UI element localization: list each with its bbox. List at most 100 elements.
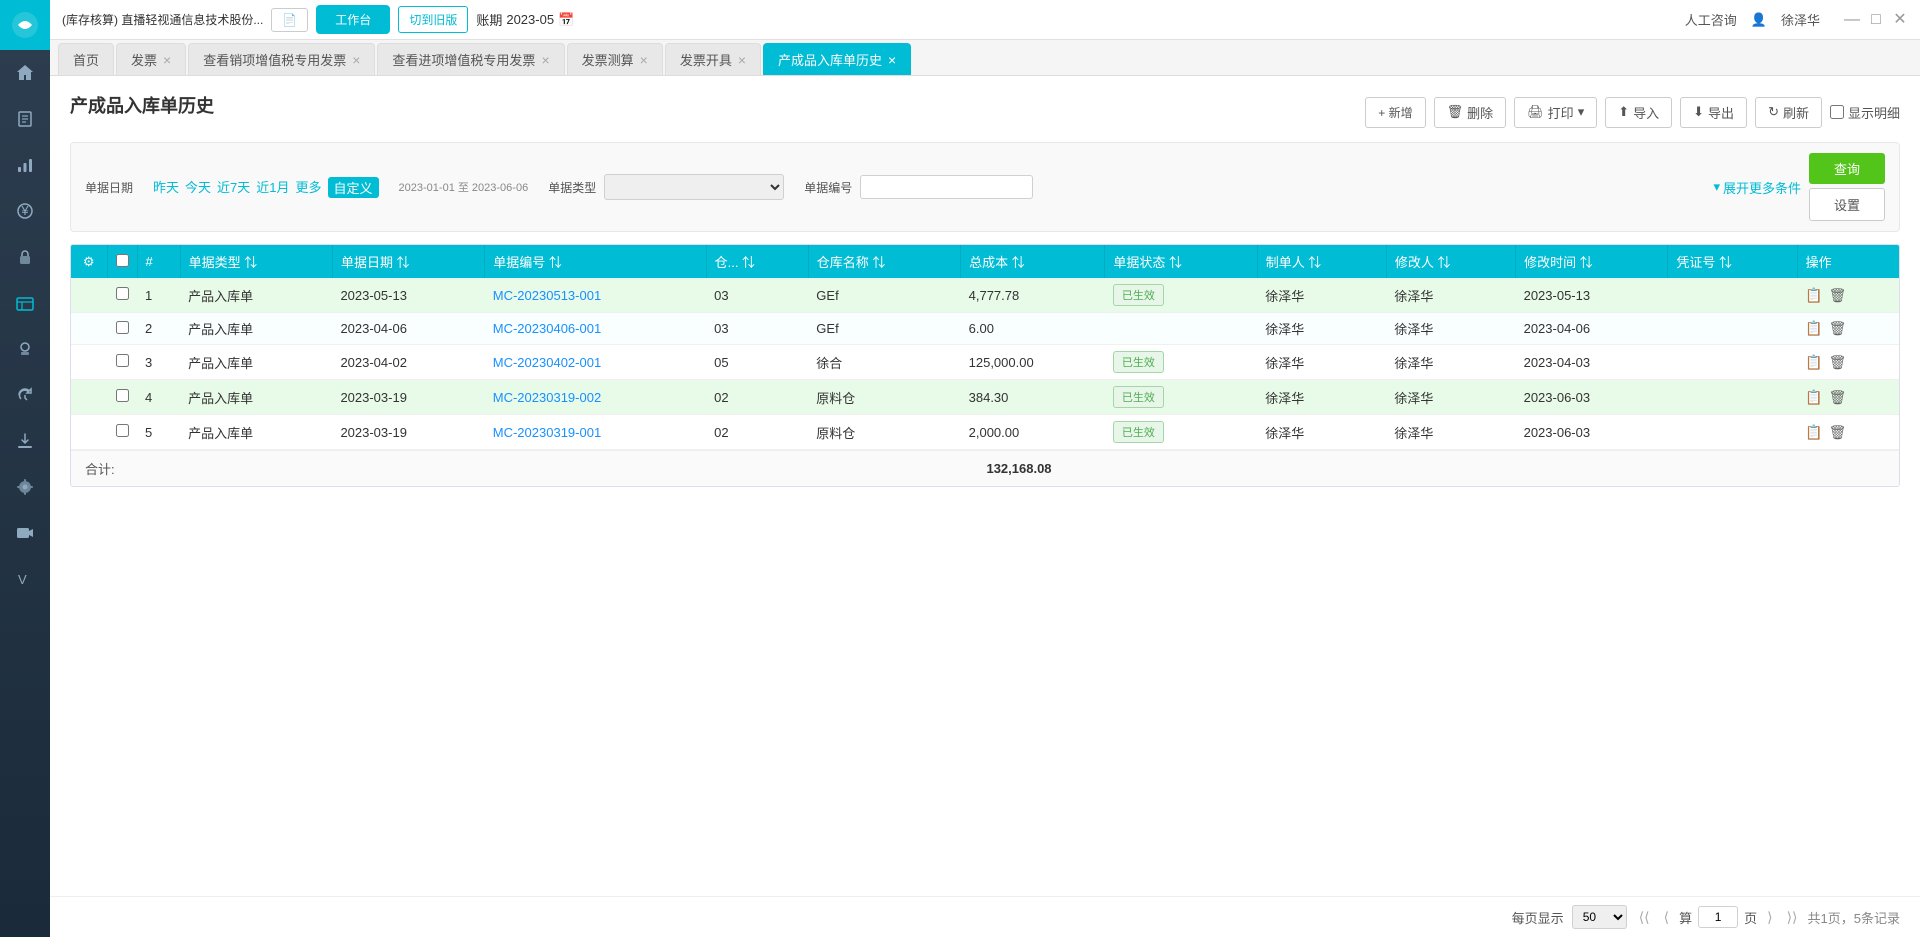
doc-no-link[interactable]: MC-20230513-001: [493, 288, 601, 303]
sidebar-item-video[interactable]: [0, 510, 50, 556]
row-settings[interactable]: [71, 345, 107, 380]
row-checkbox[interactable]: [107, 345, 137, 380]
doc-no-link[interactable]: MC-20230406-001: [493, 321, 601, 336]
tab-invoice-calc-close[interactable]: ×: [640, 53, 648, 67]
delete-btn[interactable]: 🗑 删除: [1434, 97, 1507, 128]
doc-no-link[interactable]: MC-20230319-002: [493, 390, 601, 405]
sidebar-item-settings[interactable]: [0, 464, 50, 510]
prev-period-btn[interactable]: 切到旧版: [398, 6, 468, 33]
th-modify-time[interactable]: 修改时间 ⇅: [1516, 245, 1668, 278]
prev-page-btn[interactable]: ⟨: [1660, 907, 1673, 928]
tab-product-history[interactable]: 产成品入库单历史 ×: [763, 43, 911, 75]
row-doc-no[interactable]: MC-20230319-001: [485, 415, 706, 450]
user-name[interactable]: 徐泽华: [1781, 10, 1820, 29]
th-checkbox[interactable]: [107, 245, 137, 278]
doc-no-input[interactable]: [860, 175, 1033, 199]
row-delete-icon[interactable]: 🗑: [1829, 287, 1847, 304]
th-warehouse-name[interactable]: 仓库名称 ⇅: [808, 245, 960, 278]
tab-purchase-vat-close[interactable]: ×: [541, 53, 549, 67]
tab-invoice[interactable]: 发票 ×: [116, 43, 186, 75]
row-settings[interactable]: [71, 278, 107, 313]
th-modifier[interactable]: 修改人 ⇅: [1386, 245, 1515, 278]
doc-type-select[interactable]: [604, 174, 784, 200]
row-checkbox[interactable]: [107, 313, 137, 345]
sidebar-item-lock[interactable]: [0, 234, 50, 280]
row-edit-icon[interactable]: 📋: [1805, 354, 1822, 371]
sidebar-item-document[interactable]: [0, 96, 50, 142]
sidebar-item-chart[interactable]: [0, 142, 50, 188]
row-settings[interactable]: [71, 313, 107, 345]
th-doc-date[interactable]: 单据日期 ⇅: [332, 245, 484, 278]
row-delete-icon[interactable]: 🗑: [1829, 424, 1847, 441]
date-7days[interactable]: 近7天: [217, 177, 250, 198]
th-total-cost[interactable]: 总成本 ⇅: [961, 245, 1105, 278]
print-chevron[interactable]: ▾: [1578, 104, 1585, 120]
sidebar-item-inventory[interactable]: [0, 280, 50, 326]
close-btn[interactable]: ✕: [1892, 12, 1908, 28]
tab-purchase-vat[interactable]: 查看进项增值税专用发票 ×: [377, 43, 564, 75]
doc-no-link[interactable]: MC-20230402-001: [493, 355, 601, 370]
row-doc-no[interactable]: MC-20230513-001: [485, 278, 706, 313]
maximize-btn[interactable]: □: [1868, 12, 1884, 28]
print-btn[interactable]: 🖨 打印 ▾: [1514, 97, 1597, 128]
next-page-btn[interactable]: ⟩: [1763, 907, 1776, 928]
tab-invoice-issue-close[interactable]: ×: [738, 53, 746, 67]
row-edit-icon[interactable]: 📋: [1805, 320, 1822, 337]
refresh-btn[interactable]: ↻ 刷新: [1755, 97, 1822, 128]
tab-invoice-issue[interactable]: 发票开具 ×: [665, 43, 761, 75]
new-btn[interactable]: + 新增: [1365, 97, 1425, 128]
sidebar-item-download[interactable]: [0, 418, 50, 464]
th-warehouse-code[interactable]: 仓... ⇅: [706, 245, 808, 278]
date-yesterday[interactable]: 昨天: [153, 177, 179, 198]
export-btn[interactable]: ⬇ 导出: [1680, 97, 1747, 128]
date-custom[interactable]: 自定义: [328, 177, 379, 198]
row-checkbox[interactable]: [107, 278, 137, 313]
expand-btn[interactable]: ▾ 展开更多条件: [1713, 178, 1801, 197]
sidebar-item-home[interactable]: [0, 50, 50, 96]
th-settings[interactable]: ⚙: [71, 245, 107, 278]
date-1month[interactable]: 近1月: [256, 177, 289, 198]
tab-invoice-close[interactable]: ×: [163, 53, 171, 67]
sidebar-item-version[interactable]: V: [0, 556, 50, 602]
row-edit-icon[interactable]: 📋: [1805, 424, 1822, 441]
sidebar-item-cycle[interactable]: [0, 372, 50, 418]
th-doc-type[interactable]: 单据类型 ⇅: [180, 245, 332, 278]
doc-icon-btn[interactable]: 📄: [271, 8, 308, 32]
row-doc-no[interactable]: MC-20230406-001: [485, 313, 706, 345]
first-page-btn[interactable]: ⟨⟨: [1635, 907, 1654, 928]
row-edit-icon[interactable]: 📋: [1805, 389, 1822, 406]
workbench-btn[interactable]: 工作台: [316, 5, 390, 34]
page-size-select[interactable]: 50 20 100 200: [1572, 905, 1627, 929]
last-page-btn[interactable]: ⟩⟩: [1783, 907, 1802, 928]
row-settings[interactable]: [71, 415, 107, 450]
date-more[interactable]: 更多: [296, 177, 322, 198]
display-col-checkbox[interactable]: [1830, 105, 1844, 119]
select-all-checkbox[interactable]: [116, 254, 129, 267]
row-delete-icon[interactable]: 🗑: [1829, 389, 1847, 406]
date-today[interactable]: 今天: [185, 177, 211, 198]
help-btn[interactable]: 人工咨询: [1685, 10, 1737, 29]
row-doc-no[interactable]: MC-20230402-001: [485, 345, 706, 380]
set-btn[interactable]: 设置: [1809, 188, 1885, 221]
sidebar-item-stamp[interactable]: [0, 326, 50, 372]
row-doc-no[interactable]: MC-20230319-002: [485, 380, 706, 415]
page-num-input[interactable]: [1698, 906, 1738, 928]
th-doc-no[interactable]: 单据编号 ⇅: [485, 245, 706, 278]
doc-no-link[interactable]: MC-20230319-001: [493, 425, 601, 440]
row-settings[interactable]: [71, 380, 107, 415]
calendar-icon[interactable]: 📅: [558, 12, 574, 28]
row-checkbox[interactable]: [107, 380, 137, 415]
row-delete-icon[interactable]: 🗑: [1829, 320, 1847, 337]
import-btn[interactable]: ⬆ 导入: [1605, 97, 1672, 128]
row-delete-icon[interactable]: 🗑: [1829, 354, 1847, 371]
tab-invoice-calc[interactable]: 发票测算 ×: [567, 43, 663, 75]
query-btn[interactable]: 查询: [1809, 153, 1885, 184]
th-creator[interactable]: 制单人 ⇅: [1257, 245, 1386, 278]
sidebar-item-tax[interactable]: ¥: [0, 188, 50, 234]
minimize-btn[interactable]: —: [1844, 12, 1860, 28]
tab-sales-vat-close[interactable]: ×: [352, 53, 360, 67]
row-edit-icon[interactable]: 📋: [1805, 287, 1822, 304]
tab-product-history-close[interactable]: ×: [888, 53, 896, 67]
tab-sales-vat[interactable]: 查看销项增值税专用发票 ×: [188, 43, 375, 75]
row-checkbox[interactable]: [107, 415, 137, 450]
